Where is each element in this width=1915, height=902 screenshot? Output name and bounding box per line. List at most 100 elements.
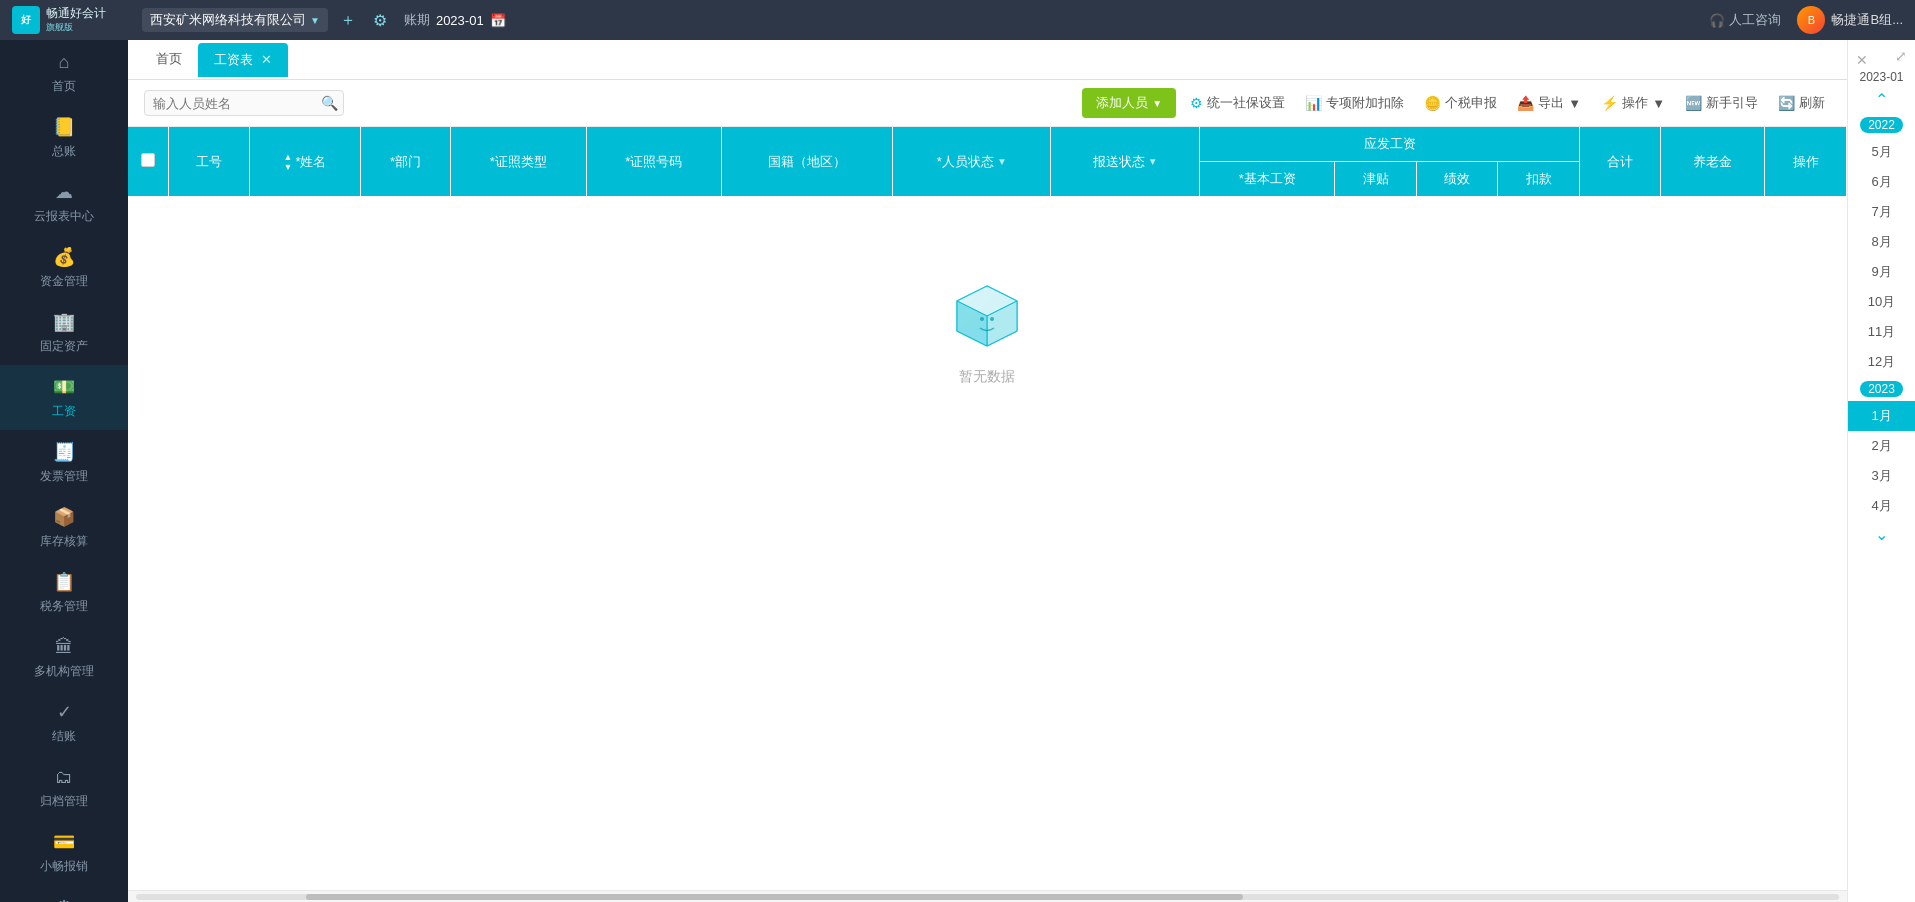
sidebar-item-ledger[interactable]: 📒 总账: [0, 105, 128, 170]
sidebar-item-settings[interactable]: ⚙ 基础设置: [0, 885, 128, 902]
operate-label: 操作: [1622, 94, 1648, 112]
user-info[interactable]: B 畅捷通B组...: [1797, 6, 1903, 34]
tax-report-action[interactable]: 🪙 个税申报: [1418, 90, 1503, 116]
social-icon: ⚙: [1190, 95, 1203, 111]
social-label: 统一社保设置: [1207, 94, 1285, 112]
sidebar-item-multi[interactable]: 🏛 多机构管理: [0, 625, 128, 690]
archive-icon: 🗂: [52, 765, 76, 789]
settle-icon: ✓: [52, 700, 76, 724]
home-icon: ⌂: [52, 50, 76, 74]
export-action[interactable]: 📤 导出 ▼: [1511, 90, 1587, 116]
search-input[interactable]: [153, 96, 321, 111]
operate-action[interactable]: ⚡ 操作 ▼: [1595, 90, 1671, 116]
sidebar-item-inventory-label: 库存核算: [40, 533, 88, 550]
th-checkbox[interactable]: [128, 127, 168, 196]
support-icon: 🎧: [1709, 13, 1725, 28]
sidebar-item-invoice[interactable]: 🧾 发票管理: [0, 430, 128, 495]
expand-icon[interactable]: ⤢: [1895, 48, 1907, 64]
search-icon: 🔍: [321, 95, 338, 111]
sidebar-item-inventory[interactable]: 📦 库存核算: [0, 495, 128, 560]
social-settings-action[interactable]: ⚙ 统一社保设置: [1184, 90, 1291, 116]
tax-icon: 📋: [52, 570, 76, 594]
company-dropdown-icon: ▼: [310, 15, 320, 26]
empty-icon: [947, 276, 1027, 356]
period-display: 2023-01: [1859, 68, 1903, 86]
support-button[interactable]: 🎧 人工咨询: [1709, 11, 1781, 29]
top-bar-actions: ＋ ⚙: [336, 8, 392, 32]
special-deduction-action[interactable]: 📊 专项附加扣除: [1299, 90, 1410, 116]
tab-salary-close-icon[interactable]: ✕: [261, 52, 272, 67]
settings-icon[interactable]: ⚙: [368, 8, 392, 32]
month-12[interactable]: 12月: [1848, 347, 1915, 377]
month-5[interactable]: 5月: [1848, 137, 1915, 167]
svg-point-4: [980, 317, 984, 321]
th-pension: 养老金: [1661, 127, 1765, 196]
th-nation: 国籍（地区）: [721, 127, 893, 196]
company-name: 西安矿米网络科技有限公司: [150, 11, 306, 29]
sidebar-item-home[interactable]: ⌂ 首页: [0, 40, 128, 105]
empty-text: 暂无数据: [959, 368, 1015, 386]
top-bar: 好 畅通好会计 旗舰版 西安矿米网络科技有限公司 ▼ ＋ ⚙ 账期 2023-0…: [0, 0, 1915, 40]
add-company-icon[interactable]: ＋: [336, 8, 360, 32]
calendar-icon[interactable]: 📅: [490, 13, 506, 28]
curr-year-label: 2023: [1860, 381, 1903, 397]
export-dropdown-icon: ▼: [1568, 96, 1581, 111]
sidebar-item-funds[interactable]: 💰 资金管理: [0, 235, 128, 300]
sidebar-item-salary[interactable]: 💵 工资: [0, 365, 128, 430]
scroll-thumb: [306, 894, 1243, 900]
select-all-checkbox[interactable]: [141, 153, 155, 167]
scroll-indicator[interactable]: [128, 890, 1847, 902]
report-filter-icon[interactable]: ▼: [1148, 156, 1158, 167]
guide-toolbar-icon: 🆕: [1685, 95, 1702, 111]
sidebar-item-archive-label: 归档管理: [40, 793, 88, 810]
search-box[interactable]: 🔍: [144, 90, 344, 116]
multi-icon: 🏛: [52, 635, 76, 659]
add-person-button[interactable]: 添加人员 ▼: [1082, 88, 1176, 118]
month-3[interactable]: 3月: [1848, 461, 1915, 491]
sidebar: ⌂ 首页 📒 总账 ☁ 云报表中心 💰 资金管理 🏢 固定资产 💵 工资 🧾 发…: [0, 40, 128, 902]
tab-salary[interactable]: 工资表 ✕: [198, 43, 288, 77]
month-4[interactable]: 4月: [1848, 491, 1915, 521]
sidebar-item-settle[interactable]: ✓ 结账: [0, 690, 128, 755]
content-area: 首页 工资表 ✕ 🔍 添加人员 ▼ ⚙ 统一社保设置 📊: [128, 40, 1847, 902]
month-9[interactable]: 9月: [1848, 257, 1915, 287]
sidebar-item-assets[interactable]: 🏢 固定资产: [0, 300, 128, 365]
add-person-dropdown-icon: ▼: [1152, 98, 1162, 109]
logo-sub: 旗舰版: [46, 21, 106, 34]
company-selector[interactable]: 西安矿米网络科技有限公司 ▼: [142, 8, 328, 32]
scroll-down-icon[interactable]: ⌄: [1871, 521, 1892, 548]
export-label: 导出: [1538, 94, 1564, 112]
svg-point-5: [990, 317, 994, 321]
prev-year-label: 2022: [1860, 117, 1903, 133]
sidebar-item-cloud-label: 云报表中心: [34, 208, 94, 225]
scroll-up-icon[interactable]: ⌃: [1871, 86, 1892, 113]
month-7[interactable]: 7月: [1848, 197, 1915, 227]
panel-header: ✕ ⤢: [1848, 44, 1915, 68]
month-10[interactable]: 10月: [1848, 287, 1915, 317]
guide-action[interactable]: 🆕 新手引导: [1679, 90, 1764, 116]
cloud-icon: ☁: [52, 180, 76, 204]
sidebar-item-cloud[interactable]: ☁ 云报表中心: [0, 170, 128, 235]
export-icon: 📤: [1517, 95, 1534, 111]
logo-text: 畅通好会计: [46, 6, 106, 20]
guide-label: 新手引导: [1706, 94, 1758, 112]
month-6[interactable]: 6月: [1848, 167, 1915, 197]
sidebar-item-archive[interactable]: 🗂 归档管理: [0, 755, 128, 820]
month-2[interactable]: 2月: [1848, 431, 1915, 461]
sidebar-item-tax[interactable]: 📋 税务管理: [0, 560, 128, 625]
sidebar-item-salary-label: 工资: [52, 403, 76, 420]
special-label: 专项附加扣除: [1326, 94, 1404, 112]
month-8[interactable]: 8月: [1848, 227, 1915, 257]
month-11[interactable]: 11月: [1848, 317, 1915, 347]
month-1[interactable]: 1月: [1848, 401, 1915, 431]
status-filter-icon[interactable]: ▼: [997, 156, 1007, 167]
scroll-track: [136, 894, 1839, 900]
sidebar-item-expense[interactable]: 💳 小畅报销: [0, 820, 128, 885]
close-panel-icon[interactable]: ✕: [1856, 52, 1868, 68]
tab-home[interactable]: 首页: [140, 42, 198, 78]
main-layout: ⌂ 首页 📒 总账 ☁ 云报表中心 💰 资金管理 🏢 固定资产 💵 工资 🧾 发…: [0, 40, 1915, 902]
logo-icon: 好: [12, 6, 40, 34]
sidebar-item-ledger-label: 总账: [52, 143, 76, 160]
sidebar-item-invoice-label: 发票管理: [40, 468, 88, 485]
refresh-action[interactable]: 🔄 刷新: [1772, 90, 1831, 116]
